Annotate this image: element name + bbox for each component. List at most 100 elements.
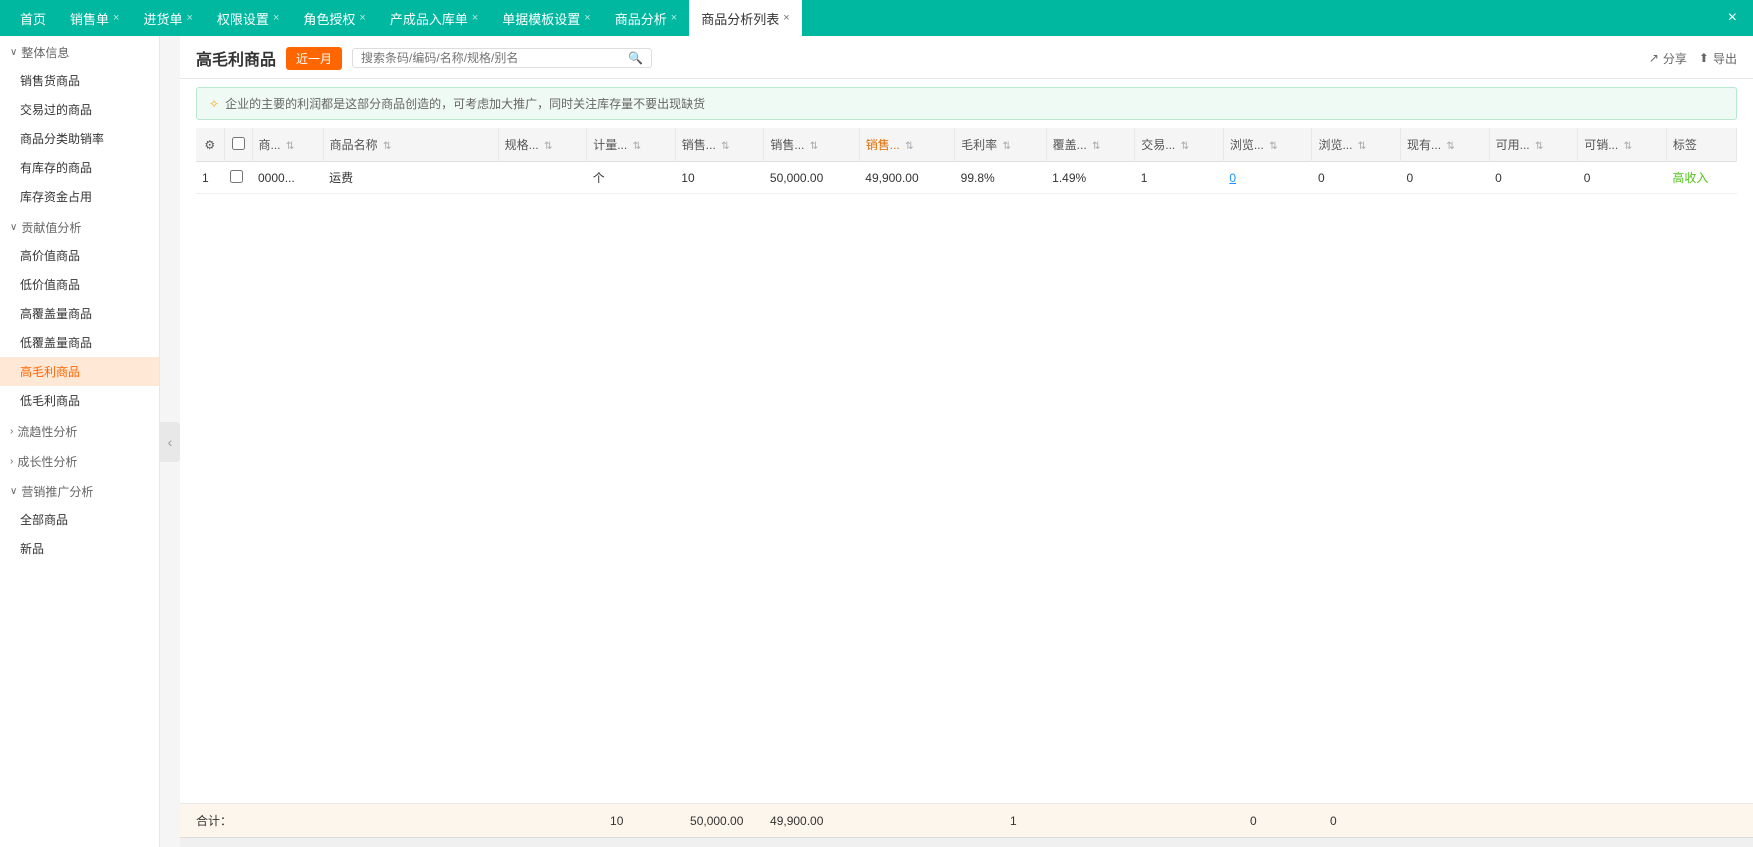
nav-close-icon[interactable]: × [584, 12, 590, 24]
col-tag[interactable]: 标签 [1666, 128, 1736, 162]
col-unit[interactable]: 计量... ⇅ [587, 128, 676, 162]
sidebar-item-low-value[interactable]: 低价值商品 [0, 270, 159, 299]
col-checkbox[interactable] [224, 128, 252, 162]
sidebar-item-sales-goods[interactable]: 销售货商品 [0, 66, 159, 95]
col-code[interactable]: 商... ⇅ [252, 128, 323, 162]
footer-code [304, 814, 364, 828]
sidebar-item-low-coverage[interactable]: 低覆盖量商品 [0, 328, 159, 357]
arrow-down-icon: ∨ [10, 486, 17, 497]
row-index: 1 [196, 162, 224, 194]
col-settings[interactable]: ⚙ [196, 128, 224, 162]
nav-close-icon[interactable]: × [359, 12, 365, 24]
arrow-down-icon: ∨ [10, 47, 17, 58]
content-header: 高毛利商品 近一月 🔍 ↗ 分享 ⬆ 导出 [180, 36, 1753, 79]
arrow-right-icon: › [10, 456, 13, 467]
sidebar-group-trend[interactable]: › 流趋性分析 [0, 415, 159, 445]
sidebar-group-growth[interactable]: › 成长性分析 [0, 445, 159, 475]
footer-current-stock: 0 [1244, 814, 1324, 828]
row-checkbox[interactable] [224, 162, 252, 194]
footer-spec [484, 814, 544, 828]
row-name: 运费 [323, 162, 498, 194]
col-sales-cost[interactable]: 销售... ⇅ [859, 128, 954, 162]
footer-sales-amount: 50,000.00 [684, 814, 764, 828]
nav-permissions[interactable]: 权限设置 × [205, 0, 291, 36]
col-browse1[interactable]: 浏览... ⇅ [1223, 128, 1312, 162]
sidebar-item-high-coverage[interactable]: 高覆盖量商品 [0, 299, 159, 328]
row-transaction: 1 [1135, 162, 1224, 194]
nav-purchase-order[interactable]: 进货单 × [131, 0, 204, 36]
sidebar-collapse-button[interactable]: ‹ [160, 422, 180, 462]
row-sales-qty: 10 [675, 162, 764, 194]
sidebar-item-traded-goods[interactable]: 交易过的商品 [0, 95, 159, 124]
share-icon: ↗ [1649, 51, 1659, 65]
footer-empty-1 [248, 814, 276, 828]
search-box: 🔍 [352, 48, 652, 68]
row-browse1[interactable]: 0 [1223, 162, 1312, 194]
row-gross-margin: 99.8% [955, 162, 1047, 194]
export-button[interactable]: ⬆ 导出 [1699, 50, 1737, 67]
search-icon[interactable]: 🔍 [628, 51, 643, 65]
sidebar-item-all-goods[interactable]: 全部商品 [0, 505, 159, 534]
share-button[interactable]: ↗ 分享 [1649, 50, 1687, 67]
product-table: ⚙ 商... ⇅ 商品名称 ⇅ 规格... ⇅ 计量... ⇅ 销售... ⇅ … [196, 128, 1737, 194]
sidebar-item-in-stock-goods[interactable]: 有库存的商品 [0, 153, 159, 182]
sidebar-group-contribution[interactable]: ∨ 贡献值分析 [0, 211, 159, 241]
nav-close-icon[interactable]: × [186, 12, 192, 24]
nav-finished-goods[interactable]: 产成品入库单 × [378, 0, 490, 36]
nav-template-settings[interactable]: 单据模板设置 × [490, 0, 602, 36]
col-coverage[interactable]: 覆盖... ⇅ [1046, 128, 1135, 162]
nav-product-analysis-list[interactable]: 商品分析列表 × [689, 0, 801, 36]
select-all-checkbox[interactable] [232, 137, 245, 150]
sidebar-item-high-margin[interactable]: 高毛利商品 [0, 357, 159, 386]
col-sales-amount[interactable]: 销售... ⇅ [764, 128, 859, 162]
row-current-stock: 0 [1401, 162, 1490, 194]
footer-empty-2 [276, 814, 304, 828]
time-filter-button[interactable]: 近一月 [286, 47, 342, 70]
footer-browse2 [1164, 814, 1244, 828]
nav-home[interactable]: 首页 [8, 0, 58, 36]
footer-sales-cost: 49,900.00 [764, 814, 844, 828]
col-gross-margin[interactable]: 毛利率 ⇅ [955, 128, 1047, 162]
search-input[interactable] [361, 51, 628, 65]
nav-roles[interactable]: 角色授权 × [291, 0, 377, 36]
sidebar-group-marketing[interactable]: ∨ 营销推广分析 [0, 475, 159, 505]
row-select-checkbox[interactable] [230, 170, 243, 183]
col-current-stock[interactable]: 现有... ⇅ [1401, 128, 1490, 162]
horizontal-scrollbar[interactable] [180, 837, 1753, 847]
table-header-row: ⚙ 商... ⇅ 商品名称 ⇅ 规格... ⇅ 计量... ⇅ 销售... ⇅ … [196, 128, 1737, 162]
footer-transaction: 1 [1004, 814, 1084, 828]
export-icon: ⬆ [1699, 51, 1709, 65]
col-saleable[interactable]: 可销... ⇅ [1578, 128, 1667, 162]
info-banner: ✧ 企业的主要的利润都是这部分商品创造的，可考虑加大推广，同时关注库存量不要出现… [196, 87, 1737, 120]
sidebar-item-high-value[interactable]: 高价值商品 [0, 241, 159, 270]
col-transaction[interactable]: 交易... ⇅ [1135, 128, 1224, 162]
col-available[interactable]: 可用... ⇅ [1489, 128, 1578, 162]
col-sales-qty[interactable]: 销售... ⇅ [675, 128, 764, 162]
top-navigation: 首页 销售单 × 进货单 × 权限设置 × 角色授权 × 产成品入库单 × 单据… [0, 0, 1753, 36]
row-tag: 高收入 [1666, 162, 1736, 194]
nav-close-icon[interactable]: × [472, 12, 478, 24]
row-sales-cost: 49,900.00 [859, 162, 954, 194]
col-name[interactable]: 商品名称 ⇅ [323, 128, 498, 162]
col-spec[interactable]: 规格... ⇅ [498, 128, 587, 162]
nav-close-icon[interactable]: × [671, 12, 677, 24]
row-code: 0000... [252, 162, 323, 194]
sidebar-item-stock-capital[interactable]: 库存资金占用 [0, 182, 159, 211]
row-spec [498, 162, 587, 194]
nav-close-icon[interactable]: × [113, 12, 119, 24]
nav-product-analysis[interactable]: 商品分析 × [603, 0, 689, 36]
tip-icon: ✧ [209, 97, 219, 111]
sidebar-group-overall[interactable]: ∨ 整体信息 [0, 36, 159, 66]
nav-close-icon[interactable]: × [273, 12, 279, 24]
close-all-button[interactable]: × [1720, 9, 1745, 27]
col-browse2[interactable]: 浏览... ⇅ [1312, 128, 1401, 162]
sidebar-item-category-sales-rate[interactable]: 商品分类助销率 [0, 124, 159, 153]
footer-coverage [924, 814, 1004, 828]
footer-total-label: 合计： [196, 812, 232, 829]
sidebar-item-new-goods[interactable]: 新品 [0, 534, 159, 563]
nav-close-active-icon[interactable]: × [783, 12, 789, 24]
nav-sales-order[interactable]: 销售单 × [58, 0, 131, 36]
footer-cells: 10 50,000.00 49,900.00 1 0 0 [248, 814, 1404, 828]
sidebar-item-low-margin[interactable]: 低毛利商品 [0, 386, 159, 415]
row-available: 0 [1489, 162, 1578, 194]
